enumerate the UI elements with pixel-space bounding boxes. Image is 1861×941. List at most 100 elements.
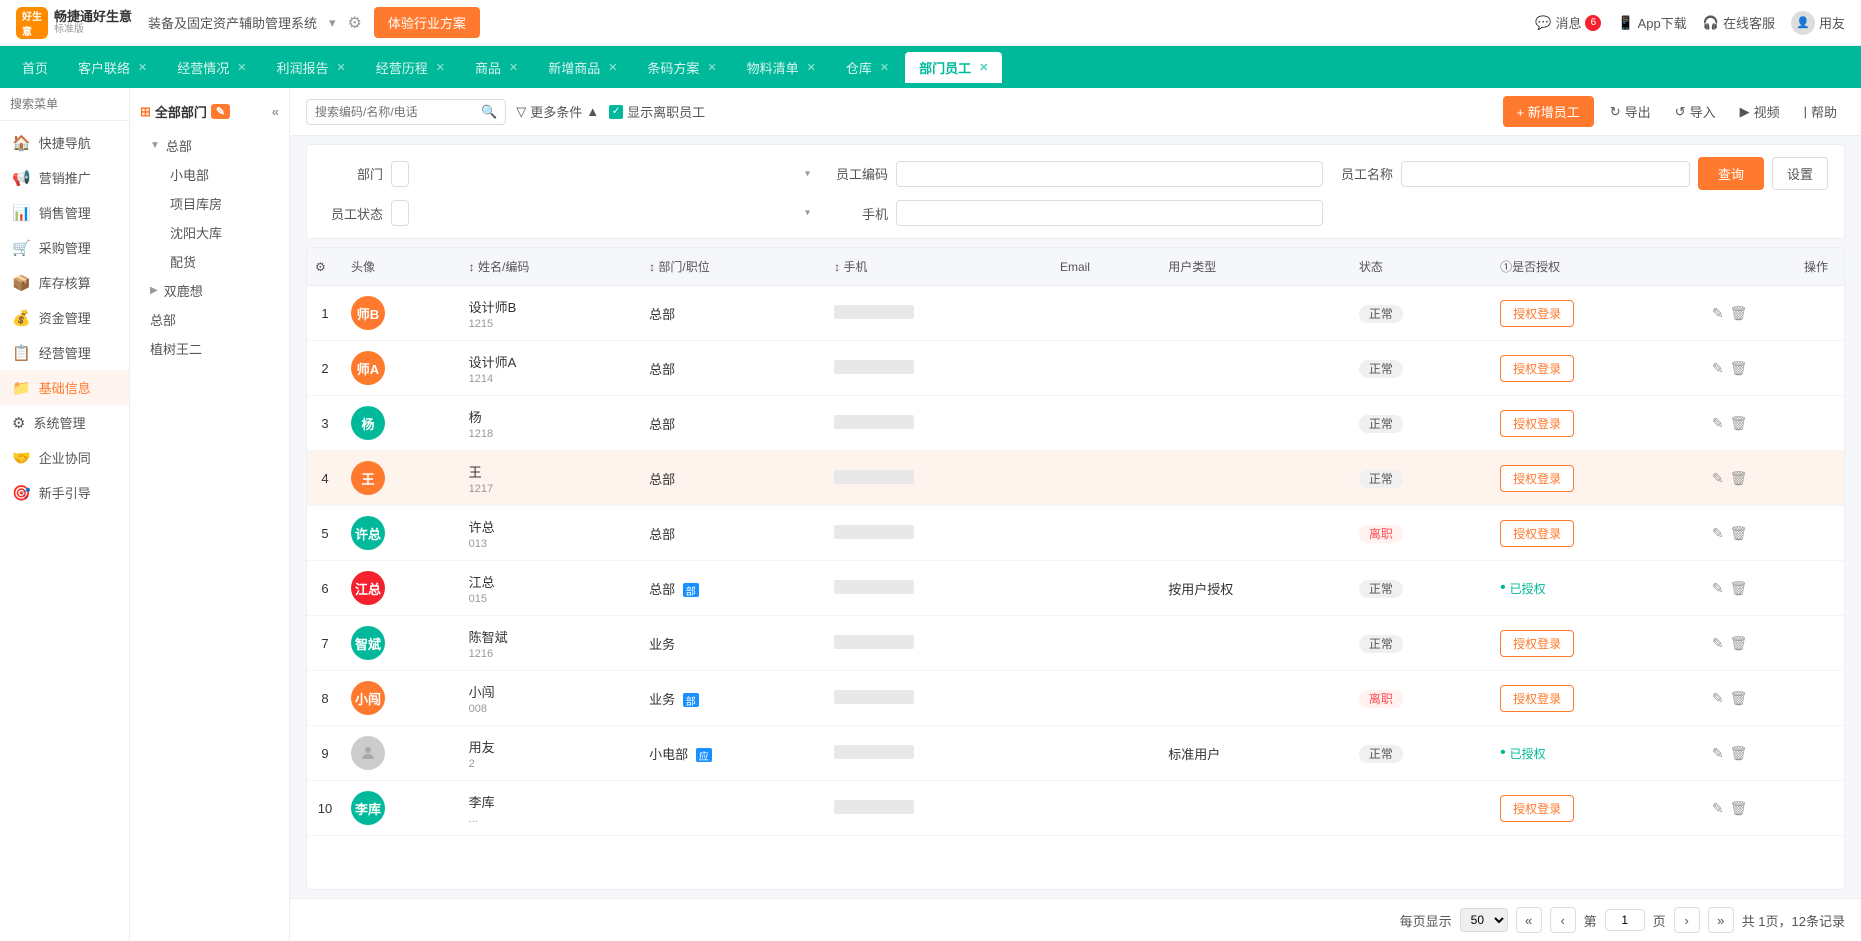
sidebar-item-collab[interactable]: 🤝 企业协同 <box>0 440 129 475</box>
edit-icon[interactable]: ✎ <box>1712 360 1724 377</box>
tab-warehouse[interactable]: 仓库 ✕ <box>832 52 903 83</box>
dept-node-hq2[interactable]: 总部 <box>130 305 289 334</box>
edit-icon[interactable]: ✎ <box>1712 305 1724 322</box>
empcode-input[interactable] <box>896 161 1323 187</box>
auth-login-button[interactable]: 授权登录 <box>1500 685 1574 712</box>
app-download-btn[interactable]: 📱 App下载 <box>1617 13 1686 32</box>
edit-icon[interactable]: ✎ <box>1712 580 1724 597</box>
edit-icon[interactable]: ✎ <box>1712 525 1724 542</box>
auth-login-button[interactable]: 授权登录 <box>1500 795 1574 822</box>
message-btn[interactable]: 💬 消息 6 <box>1535 13 1601 32</box>
sidebar-item-basic[interactable]: 📁 基础信息 <box>0 370 129 405</box>
sidebar-item-marketing[interactable]: 📢 营销推广 <box>0 160 129 195</box>
tab-profit[interactable]: 利润报告 ✕ <box>262 52 359 83</box>
auth-login-button[interactable]: 授权登录 <box>1500 630 1574 657</box>
col-name[interactable]: ↕ 姓名/编码 <box>461 248 641 286</box>
auth-login-button[interactable]: 授权登录 <box>1500 355 1574 382</box>
close-icon[interactable]: ✕ <box>707 61 716 74</box>
last-page-btn[interactable]: » <box>1708 907 1734 933</box>
tab-department[interactable]: 部门员工 ✕ <box>905 52 1002 83</box>
dept-select[interactable] <box>391 161 409 187</box>
dept-node-shenyang[interactable]: 沈阳大库 <box>150 218 289 247</box>
user-btn[interactable]: 👤 用友 <box>1791 11 1845 35</box>
close-icon[interactable]: ✕ <box>337 61 346 74</box>
sidebar-item-finance[interactable]: 💰 资金管理 <box>0 300 129 335</box>
auth-login-button[interactable]: 授权登录 <box>1500 465 1574 492</box>
col-phone[interactable]: ↕ 手机 <box>826 248 1052 286</box>
empstatus-select[interactable] <box>391 200 409 226</box>
dept-node-shuanglu[interactable]: ▶ 双鹿想 <box>130 276 289 305</box>
dept-node-distribution[interactable]: 配货 <box>150 247 289 276</box>
tab-home[interactable]: 首页 <box>8 52 62 83</box>
help-btn[interactable]: | 帮助 <box>1796 98 1845 125</box>
close-icon[interactable]: ✕ <box>608 61 617 74</box>
edit-icon[interactable]: ✎ <box>1712 470 1724 487</box>
import-btn[interactable]: ↺ 导入 <box>1667 98 1724 125</box>
delete-icon[interactable]: 🗑 <box>1730 525 1748 542</box>
tab-business[interactable]: 经营情况 ✕ <box>163 52 260 83</box>
sidebar-item-inventory[interactable]: 📦 库存核算 <box>0 265 129 300</box>
edit-icon[interactable]: ✎ <box>1712 745 1724 762</box>
tab-barcode[interactable]: 条码方案 ✕ <box>633 52 730 83</box>
close-icon[interactable]: ✕ <box>138 61 147 74</box>
dept-collapse-btn[interactable]: « <box>272 104 279 119</box>
delete-icon[interactable]: 🗑 <box>1730 745 1748 762</box>
query-button[interactable]: 查询 <box>1698 157 1764 190</box>
sidebar-item-sales[interactable]: 📊 销售管理 <box>0 195 129 230</box>
page-input[interactable] <box>1605 909 1645 931</box>
dept-node-zhishu[interactable]: 植树王二 <box>130 334 289 363</box>
show-resigned-checkbox[interactable]: ✓ <box>609 105 623 119</box>
tab-goods[interactable]: 商品 ✕ <box>461 52 532 83</box>
sidebar-item-purchase[interactable]: 🛒 采购管理 <box>0 230 129 265</box>
close-icon[interactable]: ✕ <box>880 61 889 74</box>
delete-icon[interactable]: 🗑 <box>1730 800 1748 817</box>
add-employee-button[interactable]: + 新增员工 <box>1503 96 1594 127</box>
dept-node-xiaodian[interactable]: 小电部 <box>150 160 289 189</box>
edit-icon[interactable]: ✎ <box>1712 690 1724 707</box>
tab-customer[interactable]: 客户联络 ✕ <box>64 52 161 83</box>
settings-icon[interactable]: ⚙ <box>348 13 362 33</box>
delete-icon[interactable]: 🗑 <box>1730 635 1748 652</box>
online-service-btn[interactable]: 🎧 在线客服 <box>1703 13 1775 32</box>
tab-add-goods[interactable]: 新增商品 ✕ <box>534 52 631 83</box>
dropdown-arrow[interactable]: ▾ <box>329 15 336 31</box>
prev-page-btn[interactable]: ‹ <box>1550 907 1576 933</box>
edit-icon[interactable]: ✎ <box>1712 635 1724 652</box>
sidebar-item-guide[interactable]: 🎯 新手引导 <box>0 475 129 510</box>
delete-icon[interactable]: 🗑 <box>1730 360 1748 377</box>
empname-input[interactable] <box>1401 161 1690 187</box>
auth-login-button[interactable]: 授权登录 <box>1500 520 1574 547</box>
page-size-select[interactable]: 50 <box>1460 908 1508 932</box>
delete-icon[interactable]: 🗑 <box>1730 415 1748 432</box>
close-icon[interactable]: ✕ <box>509 61 518 74</box>
delete-icon[interactable]: 🗑 <box>1730 470 1748 487</box>
close-icon[interactable]: ✕ <box>436 61 445 74</box>
close-icon[interactable]: ✕ <box>979 61 988 74</box>
auth-login-button[interactable]: 授权登录 <box>1500 300 1574 327</box>
sidebar-item-quicknav[interactable]: 🏠 快捷导航 <box>0 125 129 160</box>
col-settings[interactable]: ⚙ <box>307 248 343 286</box>
export-btn[interactable]: ↻ 导出 <box>1602 98 1659 125</box>
delete-icon[interactable]: 🗑 <box>1730 690 1748 707</box>
dept-node-headquarter[interactable]: ▼ 总部 <box>130 131 289 160</box>
auth-login-button[interactable]: 授权登录 <box>1500 410 1574 437</box>
delete-icon[interactable]: 🗑 <box>1730 580 1748 597</box>
phone-input[interactable] <box>896 200 1323 226</box>
more-conditions-btn[interactable]: ▽ 更多条件 ▲ <box>516 102 599 121</box>
sidebar-item-operation[interactable]: 📋 经营管理 <box>0 335 129 370</box>
sidebar-search-input[interactable] <box>10 97 130 111</box>
close-icon[interactable]: ✕ <box>237 61 246 74</box>
sidebar-item-system[interactable]: ⚙ 系统管理 <box>0 405 129 440</box>
close-icon[interactable]: ✕ <box>807 61 816 74</box>
tab-history[interactable]: 经营历程 ✕ <box>362 52 459 83</box>
edit-icon[interactable]: ✎ <box>1712 415 1724 432</box>
next-page-btn[interactable]: › <box>1674 907 1700 933</box>
dept-node-project[interactable]: 项目库房 <box>150 189 289 218</box>
edit-icon[interactable]: ✎ <box>1712 800 1724 817</box>
delete-icon[interactable]: 🗑 <box>1730 305 1748 322</box>
reset-button[interactable]: 设置 <box>1772 157 1828 190</box>
try-button[interactable]: 体验行业方案 <box>374 7 480 38</box>
tab-bom[interactable]: 物料清单 ✕ <box>733 52 830 83</box>
dept-edit-btn[interactable]: ✎ <box>211 104 230 119</box>
search-input[interactable] <box>315 105 475 119</box>
